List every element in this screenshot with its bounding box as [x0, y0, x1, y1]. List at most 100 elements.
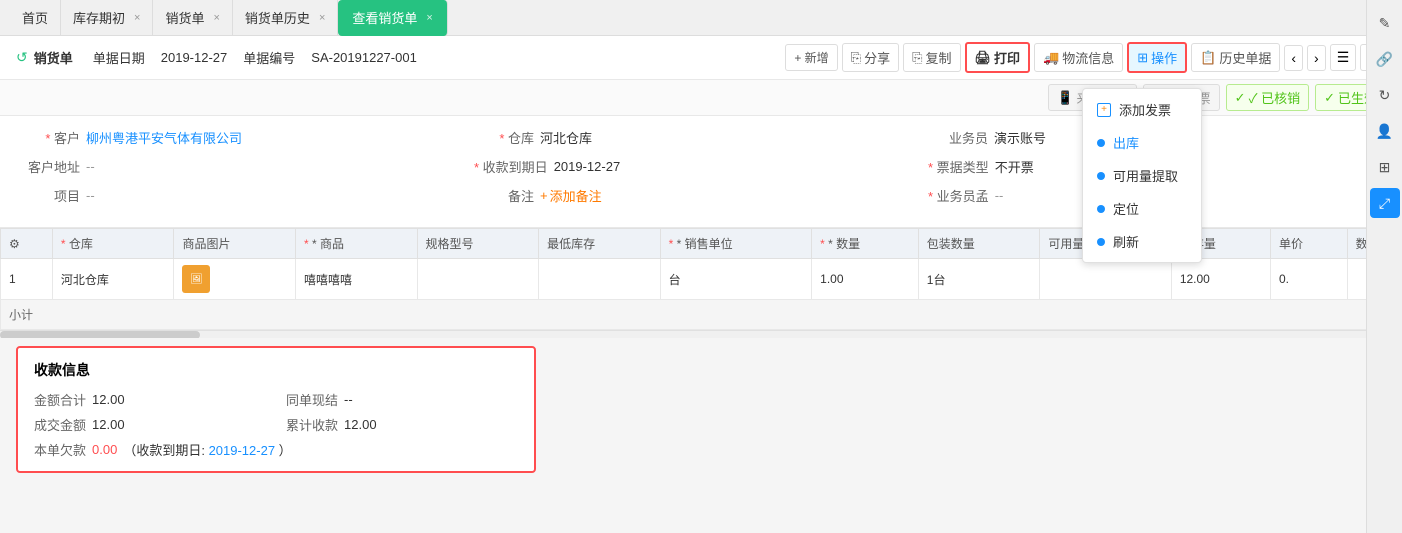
summary-total-amount: 金额合计 12.00	[34, 390, 266, 409]
cell-spec	[417, 259, 539, 300]
customer-value[interactable]: 柳州粤港平安气体有限公司	[86, 128, 242, 147]
tab-sales-history-close[interactable]: ×	[319, 12, 325, 24]
summary-cumulative: 累计收款 12.00	[286, 415, 518, 434]
logistics-button[interactable]: 🚚 物流信息	[1034, 43, 1123, 72]
sidebar-rotate-icon[interactable]: ↻	[1370, 80, 1400, 110]
available-qty-label: 可用量提取	[1113, 166, 1178, 185]
cell-product: 嘻嘻嘻嘻	[296, 259, 418, 300]
date-label: 单据日期	[93, 48, 145, 67]
tab-view-sales[interactable]: 查看销货单 ×	[338, 0, 447, 36]
note-label: 备注	[474, 186, 534, 205]
col-price: 单价	[1270, 229, 1347, 259]
deal-amount-label: 成交金额	[34, 415, 86, 434]
warehouse-label: 仓库	[474, 128, 534, 147]
sidebar-expand-icon[interactable]: ⤢	[1370, 188, 1400, 218]
summary-deal-amount: 成交金额 12.00	[34, 415, 266, 434]
tab-sales-order-close[interactable]: ×	[213, 12, 219, 24]
copy-button[interactable]: ⎘ 复制	[903, 43, 960, 72]
debt-date: 2019-12-27	[209, 443, 276, 458]
available-qty-dot	[1097, 172, 1105, 180]
tab-sales-history[interactable]: 销货单历史 ×	[233, 0, 338, 36]
cell-unit: 台	[660, 259, 812, 300]
doc-icon: ↺	[16, 49, 28, 66]
cell-min-stock	[539, 259, 661, 300]
col-unit: * 销售单位	[660, 229, 812, 259]
summary-grid: 金额合计 12.00 同单现结 -- 成交金额 12.00 累计收款 12.00…	[34, 390, 518, 459]
summary-title: 收款信息	[34, 360, 518, 380]
operate-button[interactable]: ⊞ 操作	[1127, 42, 1187, 73]
col-product-img: 商品图片	[174, 229, 296, 259]
tab-sales-order-label: 销货单	[165, 8, 204, 27]
table-scroll-thumb[interactable]	[0, 331, 200, 338]
sidebar-person-icon[interactable]: 👤	[1370, 116, 1400, 146]
salesperson2-value: --	[995, 188, 1004, 203]
add-note-button[interactable]: + 添加备注	[540, 186, 602, 205]
col-spec: 规格型号	[417, 229, 539, 259]
due-date-label: 收款到期日	[474, 157, 548, 176]
list-view-button[interactable]: ☰	[1330, 44, 1357, 71]
tab-home[interactable]: 首页	[10, 0, 61, 36]
history-button[interactable]: 📋 历史单据	[1191, 43, 1280, 72]
cell-quantity: 1.00	[812, 259, 919, 300]
tab-sales-order[interactable]: 销货单 ×	[153, 0, 232, 36]
share-button[interactable]: ⎘ 分享	[842, 43, 899, 72]
check-icon: ✓	[1235, 90, 1246, 106]
outbound-dot	[1097, 139, 1105, 147]
summary-same-order: 同单现结 --	[286, 390, 518, 409]
print-icon: 🖨	[975, 50, 992, 66]
tab-view-sales-label: 查看销货单	[352, 8, 417, 27]
sidebar-table-icon[interactable]: ⊞	[1370, 152, 1400, 182]
sidebar-link-icon[interactable]: 🔗	[1370, 44, 1400, 74]
prev-button[interactable]: ‹	[1284, 45, 1303, 71]
tab-sales-history-label: 销货单历史	[245, 8, 310, 27]
share-icon: ⎘	[851, 50, 861, 66]
ticket-type-value: 不开票	[995, 157, 1034, 176]
col-min-stock: 最低库存	[539, 229, 661, 259]
print-button[interactable]: 🖨 打印	[965, 42, 1031, 73]
refresh-label: 刷新	[1113, 232, 1139, 251]
same-order-value: --	[344, 392, 353, 407]
locate-dot	[1097, 205, 1105, 213]
cumulative-value: 12.00	[344, 417, 377, 432]
add-invoice-label: 添加发票	[1119, 100, 1171, 119]
sidebar-edit-icon[interactable]: ✎	[1370, 8, 1400, 38]
customer-field: 客户 柳州粤港平安气体有限公司	[20, 128, 474, 147]
tab-inventory-init[interactable]: 库存期初 ×	[61, 0, 153, 36]
copy-icon: ⎘	[912, 50, 922, 66]
dropdown-available-qty[interactable]: 可用量提取	[1083, 159, 1201, 192]
salesperson2-label: 业务员孟	[928, 186, 989, 205]
tab-inventory-init-close[interactable]: ×	[134, 12, 140, 24]
table-row: 1 河北仓库 🖼 嘻嘻嘻嘻 台 1.00 1台 12.00 0.	[1, 259, 1402, 300]
project-value: --	[86, 188, 95, 203]
cell-warehouse: 河北仓库	[52, 259, 174, 300]
dropdown-outbound[interactable]: 出库	[1083, 126, 1201, 159]
toolbar-meta: 单据日期 2019-12-27 单据编号 SA-20191227-001	[93, 48, 417, 67]
project-label: 项目	[20, 186, 80, 205]
subtotal-row: 小计	[1, 300, 1402, 330]
same-order-label: 同单现结	[286, 390, 338, 409]
total-amount-label: 金额合计	[34, 390, 86, 409]
logistics-icon: 🚚	[1043, 50, 1059, 66]
dropdown-add-invoice[interactable]: + 添加发票	[1083, 93, 1201, 126]
dropdown-refresh[interactable]: 刷新	[1083, 225, 1201, 258]
tab-view-sales-close[interactable]: ×	[426, 12, 432, 24]
debt-value: 0.00	[92, 442, 117, 457]
plus-icon: +	[540, 188, 548, 203]
table-scroll-bar[interactable]	[0, 330, 1402, 338]
total-amount-value: 12.00	[92, 392, 125, 407]
summary-debt-row: 本单欠款 0.00 （收款到期日: 2019-12-27 ）	[34, 440, 518, 459]
history-icon: 📋	[1200, 50, 1216, 66]
summary-box: 收款信息 金额合计 12.00 同单现结 -- 成交金额 12.00 累计收款 …	[16, 346, 536, 473]
dropdown-locate[interactable]: 定位	[1083, 192, 1201, 225]
add-button[interactable]: + 新增	[785, 44, 837, 71]
deal-amount-value: 12.00	[92, 417, 125, 432]
operate-icon: ⊞	[1137, 50, 1148, 66]
product-img-thumb: 🖼	[182, 265, 210, 293]
tab-bar: 首页 库存期初 × 销货单 × 销货单历史 × 查看销货单 × ×	[0, 0, 1402, 36]
confirm-button[interactable]: ✓ ✓ 已核销	[1226, 84, 1309, 111]
warehouse-value: 河北仓库	[540, 128, 592, 147]
add-invoice-icon: +	[1097, 103, 1111, 117]
date-value: 2019-12-27	[161, 50, 228, 65]
main-toolbar: ↺ 销货单 单据日期 2019-12-27 单据编号 SA-20191227-0…	[0, 36, 1402, 80]
next-button[interactable]: ›	[1307, 45, 1326, 71]
